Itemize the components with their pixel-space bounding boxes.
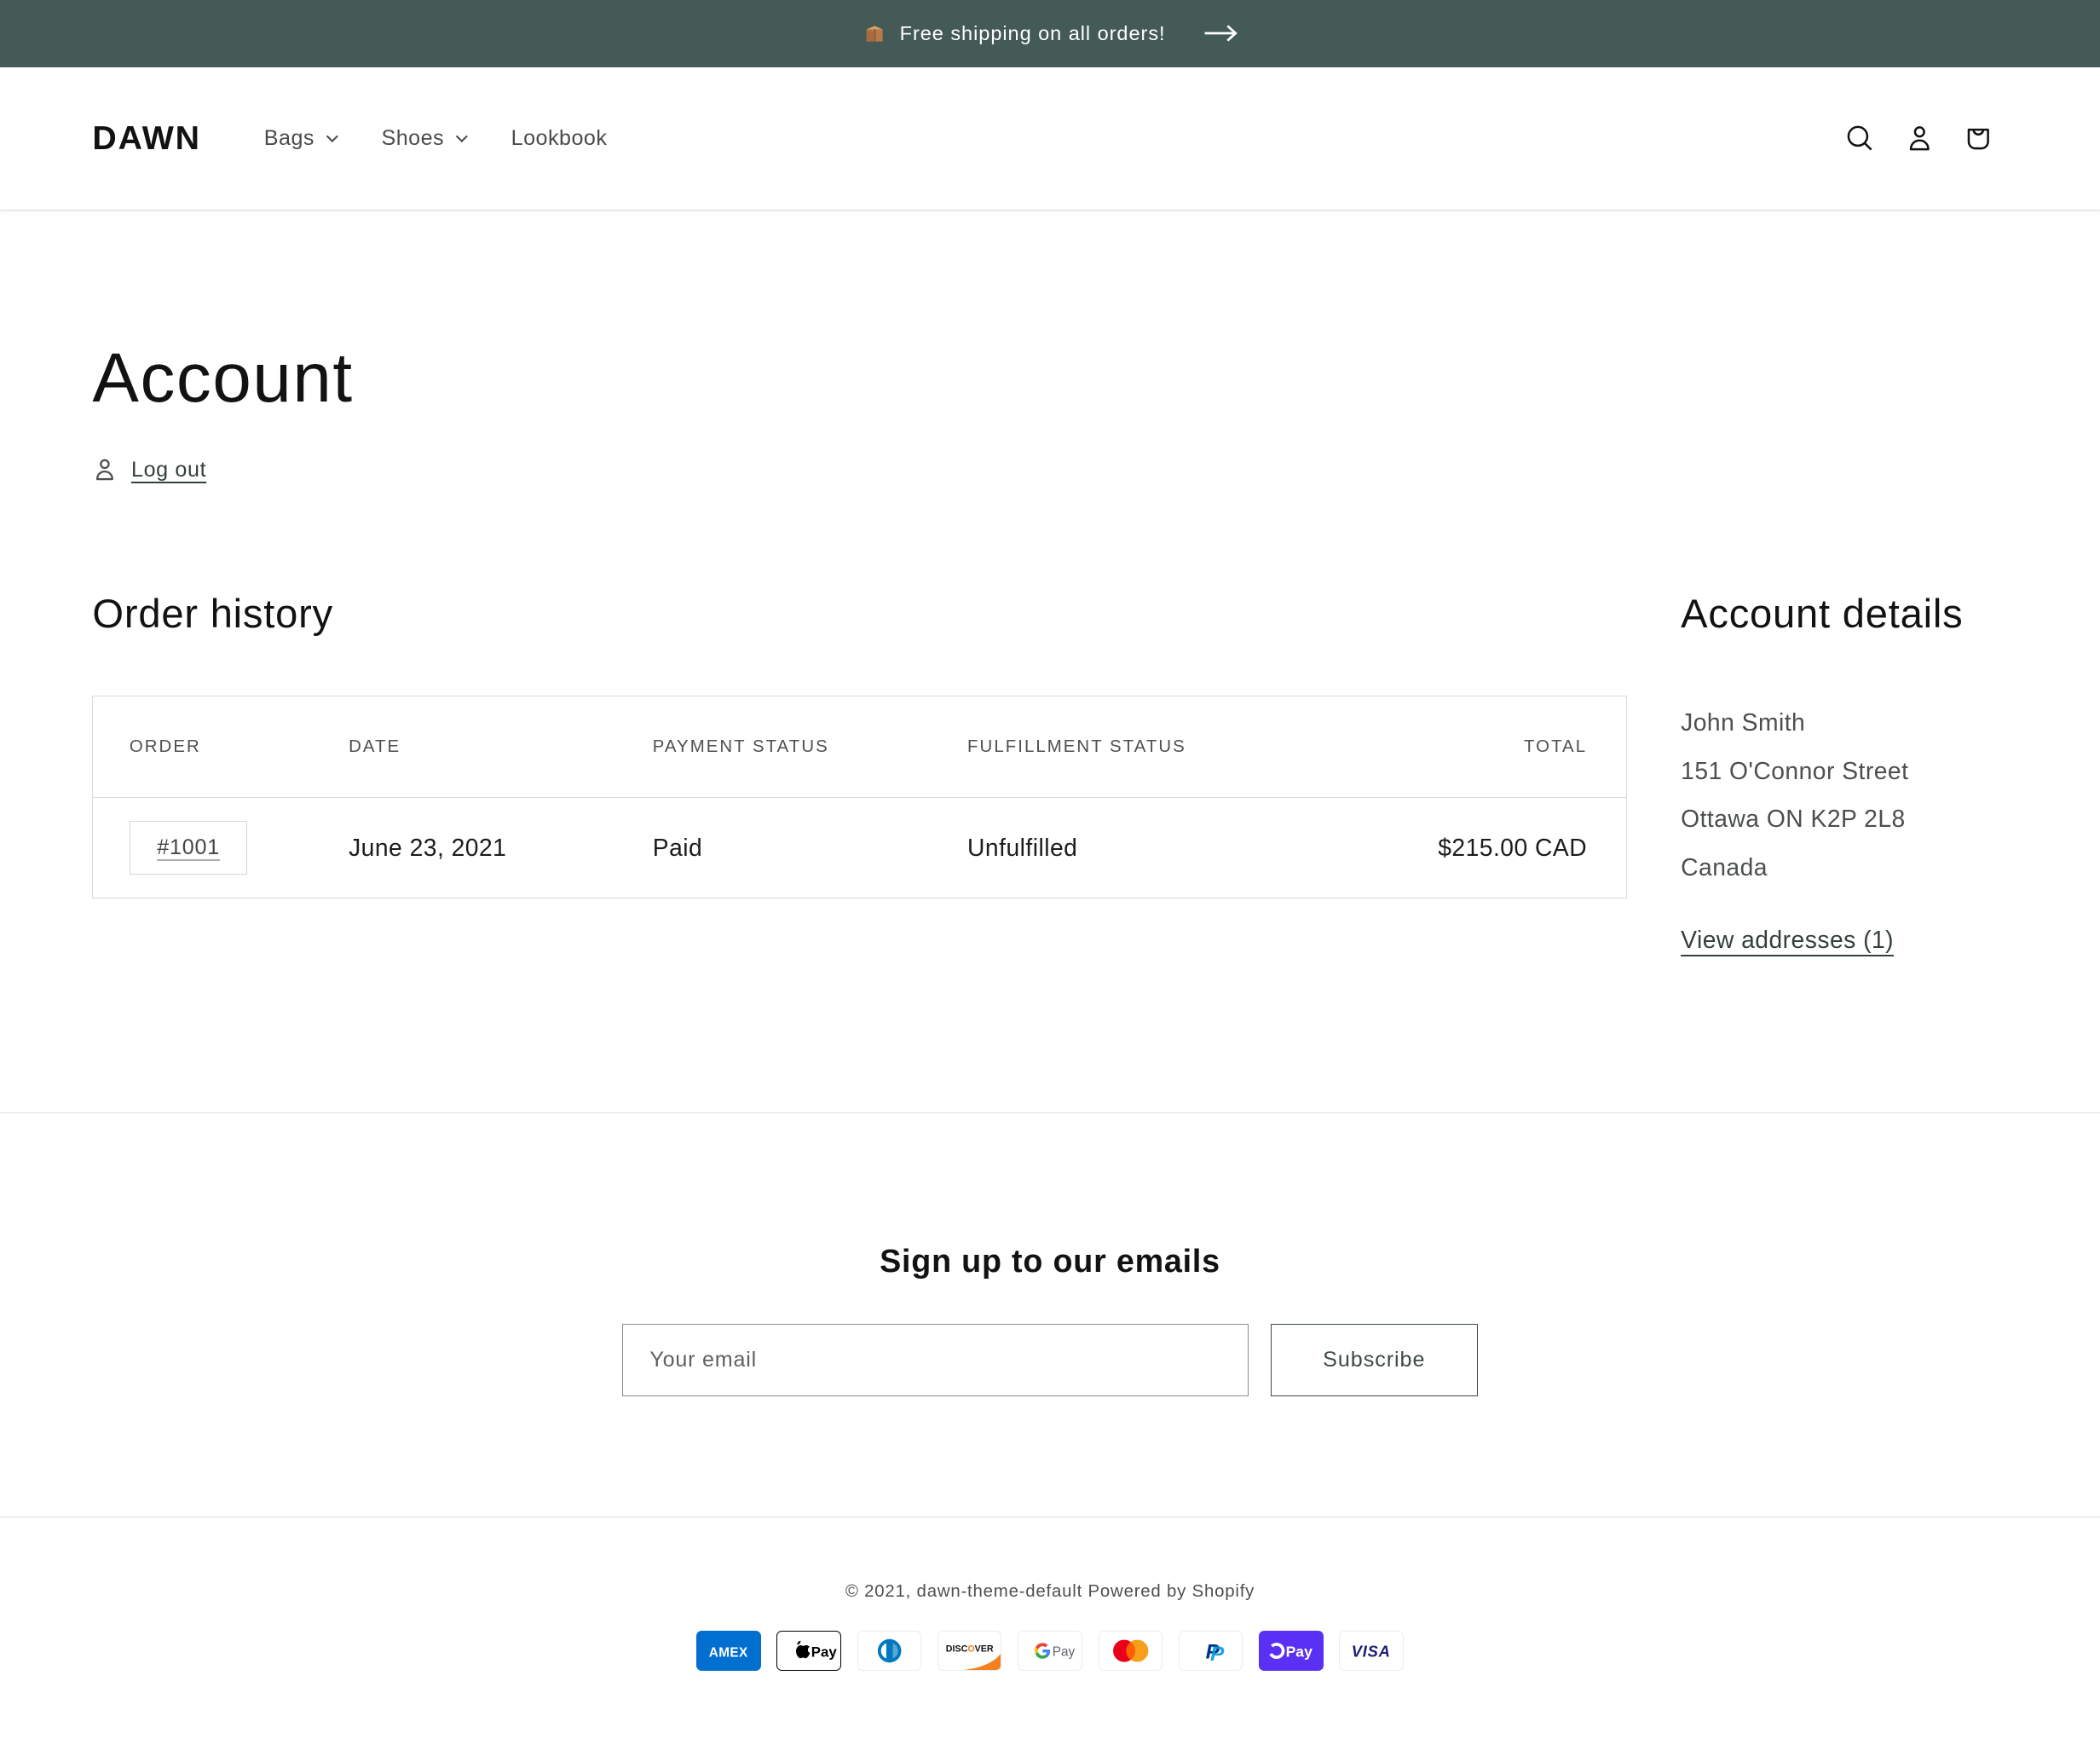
main-nav: Bags Shoes Lookbook — [264, 110, 629, 167]
email-input[interactable] — [622, 1324, 1249, 1396]
svg-text:Pay: Pay — [1053, 1645, 1076, 1660]
account-page: Free shipping on all orders! DAWN Bags S… — [0, 0, 2100, 1739]
nav-label-shoes: Shoes — [381, 126, 444, 151]
svg-text:VISA: VISA — [1352, 1643, 1391, 1661]
mastercard-icon — [1099, 1631, 1162, 1671]
account-details-title: Account details — [1681, 590, 2007, 637]
discover-icon: DISCOVER — [938, 1631, 1001, 1671]
apple-pay-icon: Pay — [776, 1631, 840, 1671]
amex-icon: AMEX — [696, 1631, 760, 1671]
account-details-section: Account details John Smith 151 O'Connor … — [1681, 590, 2007, 954]
announcement-link[interactable]: Free shipping on all orders! — [862, 21, 1238, 45]
footer-bottom: © 2021, dawn-theme-default Powered by Sh… — [0, 1517, 2100, 1720]
address-street: 151 O'Connor Street — [1681, 747, 2007, 795]
address-name: John Smith — [1681, 698, 2007, 747]
search-button[interactable] — [1831, 109, 1889, 168]
column-header-date: DATE — [349, 696, 653, 797]
column-header-order: ORDER — [93, 696, 349, 797]
column-header-total: TOTAL — [1412, 696, 1626, 797]
logout-row: Log out — [92, 457, 2007, 482]
powered-by-shopify-link[interactable]: Powered by Shopify — [1088, 1582, 1255, 1601]
nav-label-bags: Bags — [264, 126, 314, 151]
google-pay-icon: Pay — [1018, 1631, 1082, 1671]
svg-text:Pay: Pay — [811, 1644, 838, 1661]
person-icon — [92, 457, 118, 482]
order-number-cell: #1001 — [93, 798, 349, 898]
address-country: Canada — [1681, 843, 2007, 892]
account-button[interactable] — [1889, 109, 1948, 168]
newsletter-title: Sign up to our emails — [0, 1243, 2100, 1280]
visa-icon: VISA — [1339, 1631, 1403, 1671]
fulfillment-status-cell: Unfulfilled — [967, 798, 1412, 898]
chevron-down-icon — [455, 134, 469, 143]
logout-link[interactable]: Log out — [131, 458, 206, 482]
person-icon — [1905, 124, 1935, 153]
shop-pay-icon: Pay — [1259, 1631, 1323, 1671]
content-grid: Order history ORDER DATE PAYMENT STATUS … — [92, 590, 2007, 954]
nav-item-bags[interactable]: Bags — [264, 110, 361, 167]
view-addresses-link[interactable]: View addresses (1) — [1681, 926, 1894, 954]
column-header-fulfillment-status: FULFILLMENT STATUS — [967, 696, 1412, 797]
svg-text:AMEX: AMEX — [709, 1646, 748, 1661]
cart-bag-icon — [1964, 124, 1993, 153]
chevron-down-icon — [326, 134, 339, 143]
package-icon — [862, 21, 886, 45]
newsletter-form: Subscribe — [0, 1324, 2100, 1396]
svg-text:DISCOVER: DISCOVER — [946, 1644, 994, 1654]
search-icon — [1845, 124, 1875, 153]
order-number-link[interactable]: #1001 — [130, 821, 248, 874]
nav-label-lookbook: Lookbook — [511, 126, 608, 151]
nav-item-shoes[interactable]: Shoes — [360, 110, 489, 167]
diners-club-icon — [857, 1631, 921, 1671]
order-row: #1001 June 23, 2021 Paid Unfulfilled $21… — [93, 798, 1626, 898]
main-content: Account Log out Order history — [0, 340, 2100, 1112]
payment-status-cell: Paid — [653, 798, 967, 898]
address-city: Ottawa ON K2P 2L8 — [1681, 794, 2007, 843]
site-header: DAWN Bags Shoes Lookbook — [0, 67, 2100, 211]
svg-text:Pay: Pay — [1286, 1644, 1313, 1661]
page-title: Account — [92, 340, 2007, 417]
svg-text:P: P — [1210, 1643, 1225, 1666]
payment-icons-row: AMEX Pay — [0, 1631, 2100, 1671]
default-address: John Smith 151 O'Connor Street Ottawa ON… — [1681, 698, 2007, 891]
order-date-cell: June 23, 2021 — [349, 798, 653, 898]
orders-table: ORDER DATE PAYMENT STATUS FULFILLMENT ST… — [92, 696, 1626, 898]
column-header-payment-status: PAYMENT STATUS — [653, 696, 967, 797]
nav-item-lookbook[interactable]: Lookbook — [490, 110, 629, 167]
paypal-icon: P P — [1179, 1631, 1243, 1671]
store-logo[interactable]: DAWN — [92, 119, 201, 158]
site-footer: Sign up to our emails Subscribe © 2021, … — [0, 1112, 2100, 1721]
newsletter-section: Sign up to our emails Subscribe — [0, 1113, 2100, 1517]
subscribe-button[interactable]: Subscribe — [1271, 1324, 1479, 1396]
copyright-line: © 2021, dawn-theme-default Powered by Sh… — [0, 1582, 2100, 1602]
order-history-section: Order history ORDER DATE PAYMENT STATUS … — [92, 590, 1625, 898]
arrow-right-icon — [1203, 24, 1238, 43]
header-actions — [1831, 109, 2007, 168]
orders-table-header-row: ORDER DATE PAYMENT STATUS FULFILLMENT ST… — [93, 696, 1626, 797]
order-history-title: Order history — [92, 590, 1625, 637]
copyright-text: © 2021, dawn-theme-default — [845, 1582, 1082, 1601]
announcement-bar: Free shipping on all orders! — [0, 0, 2100, 67]
announcement-text: Free shipping on all orders! — [900, 22, 1166, 45]
cart-button[interactable] — [1948, 109, 2007, 168]
order-total-cell: $215.00 CAD — [1412, 798, 1626, 898]
